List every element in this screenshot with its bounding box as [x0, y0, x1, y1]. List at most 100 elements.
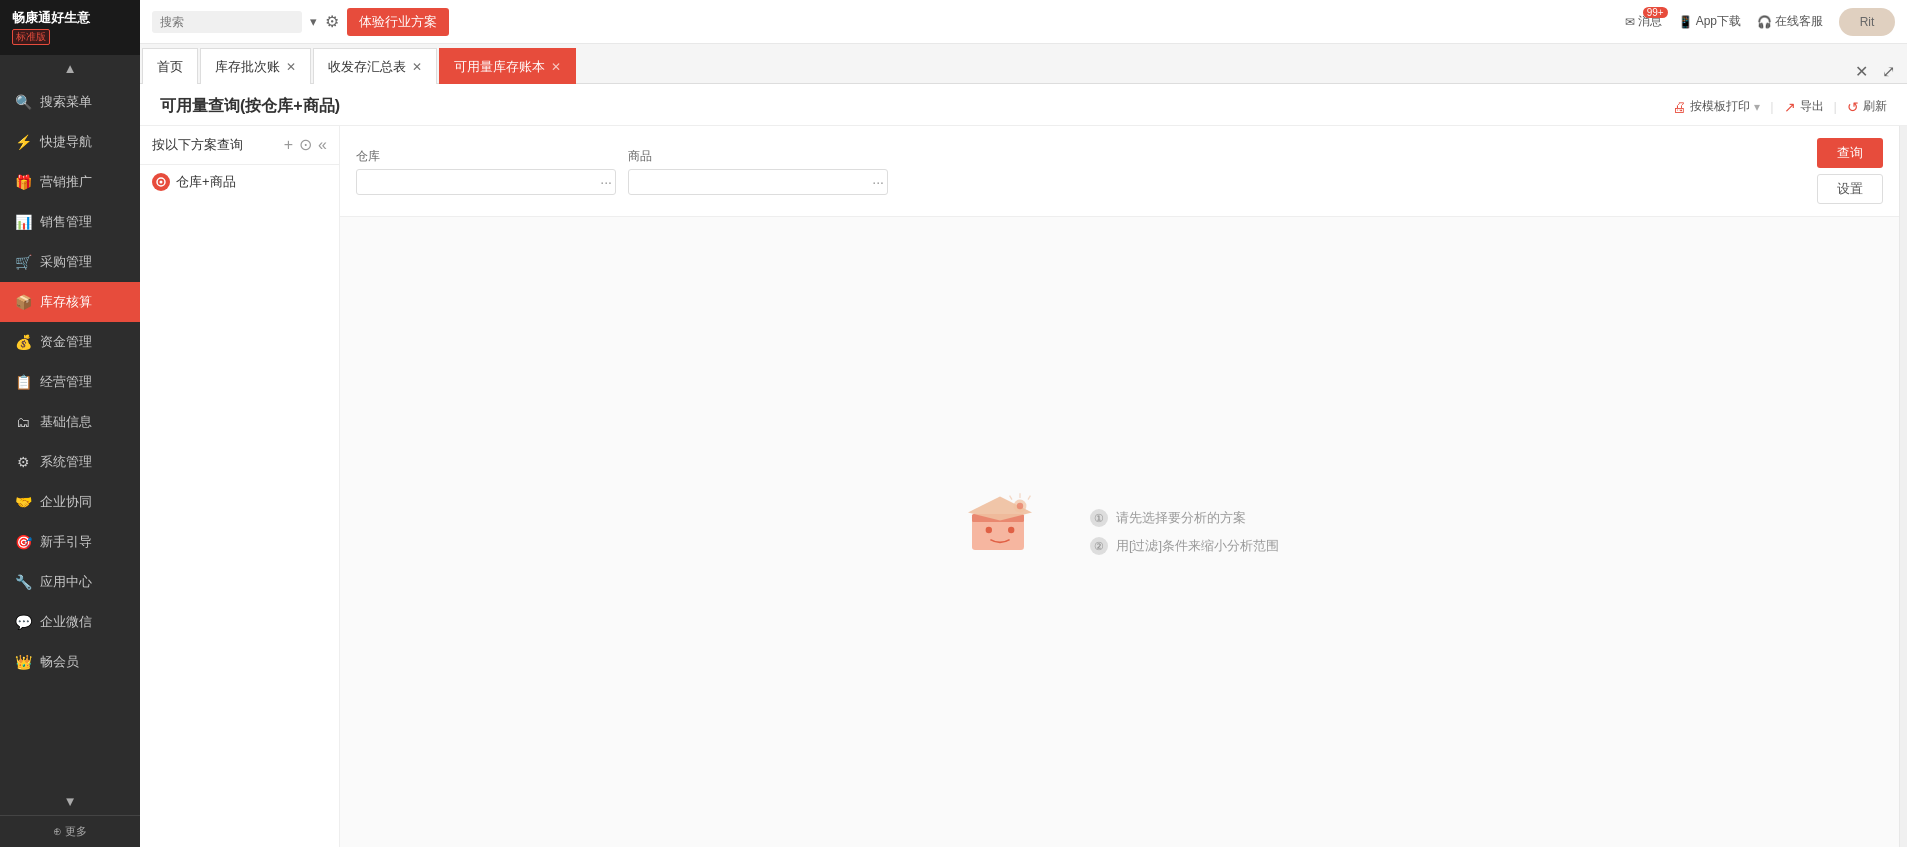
warehouse-dots-btn[interactable]: ···: [600, 174, 612, 190]
filter-add-btn[interactable]: +: [284, 137, 293, 153]
tab-inventory-batch[interactable]: 库存批次账 ✕: [200, 48, 311, 84]
refresh-btn[interactable]: ↺ 刷新: [1847, 98, 1887, 115]
query-settings-btn[interactable]: 设置: [1817, 174, 1883, 204]
topbar-msg-btn[interactable]: ✉ 消息 99+: [1625, 13, 1662, 30]
sidebar-item-label: 新手引导: [40, 533, 92, 551]
right-scrollbar[interactable]: [1899, 126, 1907, 847]
sidebar-item-库存核算[interactable]: 📦 库存核算: [0, 282, 140, 322]
sidebar-header: 畅康通好生意 标准版: [0, 0, 140, 55]
scheme-label: 仓库+商品: [176, 173, 236, 191]
close-icon[interactable]: ✕: [286, 61, 296, 73]
sidebar-item-系统管理[interactable]: ⚙系统管理: [0, 442, 140, 482]
topbar-service-btn[interactable]: 🎧 在线客服: [1757, 13, 1823, 30]
content-area: 按以下方案查询 + ⊙ « 仓库+商品: [140, 126, 1907, 847]
sidebar-scroll: 🔍 搜索菜单 ⚡ 快捷导航 🎁营销推广 📊 销售管理 🛒采购管理 📦 库存核算 💰资金管理📋经营管理…: [0, 82, 140, 788]
sidebar-item-icon: 🔧: [14, 573, 32, 591]
sidebar-item-label: 基础信息: [40, 413, 92, 431]
svg-point-8: [1017, 503, 1023, 509]
print-label: 按模板打印: [1690, 98, 1750, 115]
sidebar-item-快捷导航[interactable]: ⚡ 快捷导航: [0, 122, 140, 162]
print-dropdown-icon[interactable]: ▾: [1754, 100, 1760, 114]
sidebar-item-label: 快捷导航: [40, 133, 92, 151]
sidebar-item-新手引导[interactable]: 🎯 新手引导: [0, 522, 140, 562]
tab-label: 可用量库存账本: [454, 58, 545, 76]
product-input-wrapper: ···: [628, 169, 888, 195]
sidebar-item-label: 营销推广: [40, 173, 92, 191]
sidebar-item-采购管理[interactable]: 🛒采购管理: [0, 242, 140, 282]
query-area: 仓库 ··· 商品 ··· 查询 设置: [340, 126, 1899, 847]
export-btn[interactable]: ↗ 导出: [1784, 98, 1824, 115]
hint-num-2: ②: [1090, 537, 1108, 555]
close-tab-btn[interactable]: ✕: [1851, 60, 1872, 83]
sidebar-item-资金管理[interactable]: 💰资金管理: [0, 322, 140, 362]
print-icon: 🖨: [1672, 99, 1686, 115]
sidebar-item-搜索菜单[interactable]: 🔍 搜索菜单: [0, 82, 140, 122]
topbar-dropdown-btn[interactable]: ▾: [310, 14, 317, 29]
close-icon[interactable]: ✕: [412, 61, 422, 73]
sidebar-item-icon: ⚡: [14, 133, 32, 151]
empty-inner: ① 请先选择要分析的方案 ② 用[过滤]条件来缩小分析范围: [960, 482, 1279, 582]
sidebar-item-基础信息[interactable]: 🗂基础信息: [0, 402, 140, 442]
topbar-gear-btn[interactable]: ⚙: [325, 12, 339, 31]
svg-line-10: [1028, 496, 1030, 500]
sidebar-scroll-up[interactable]: ▲: [0, 55, 140, 82]
product-filter-field: 商品 ···: [628, 148, 888, 195]
svg-point-6: [1008, 527, 1014, 533]
sidebar-item-label: 库存核算: [40, 293, 92, 311]
product-dots-btn[interactable]: ···: [872, 174, 884, 190]
msg-badge: 99+: [1643, 7, 1668, 18]
print-btn[interactable]: 🖨 按模板打印 ▾: [1672, 98, 1760, 115]
tab-home[interactable]: 首页: [142, 48, 198, 84]
brand-tag: 标准版: [12, 29, 50, 45]
warehouse-input[interactable]: [356, 169, 616, 195]
product-input[interactable]: [628, 169, 888, 195]
sidebar-item-营销推广[interactable]: 🎁营销推广: [0, 162, 140, 202]
sidebar-item-label: 企业微信: [40, 613, 92, 631]
sidebar-item-icon: 📊: [14, 213, 32, 231]
scheme-icon: [152, 173, 170, 191]
sidebar-item-icon: 🔍: [14, 93, 32, 111]
sidebar-item-销售管理[interactable]: 📊 销售管理: [0, 202, 140, 242]
filter-scheme-item[interactable]: 仓库+商品: [140, 165, 339, 199]
sidebar-item-label: 销售管理: [40, 213, 92, 231]
sidebar-item-企业协同[interactable]: 🤝企业协同: [0, 482, 140, 522]
filter-panel: 按以下方案查询 + ⊙ « 仓库+商品: [140, 126, 340, 847]
sidebar-item-应用中心[interactable]: 🔧应用中心: [0, 562, 140, 602]
tab-stock-summary[interactable]: 收发存汇总表 ✕: [313, 48, 437, 84]
export-icon: ↗: [1784, 99, 1796, 115]
sidebar-item-icon: 🤝: [14, 493, 32, 511]
sidebar-item-经营管理[interactable]: 📋经营管理: [0, 362, 140, 402]
filter-settings-btn[interactable]: ⊙: [299, 137, 312, 153]
sidebar-item-icon: 💬: [14, 613, 32, 631]
main-area: ▾ ⚙ 体验行业方案 ✉ 消息 99+ 📱 App下载 🎧 在线客服 Rit 首…: [140, 0, 1907, 847]
sidebar-item-label: 搜索菜单: [40, 93, 92, 111]
topbar-industry-btn[interactable]: 体验行业方案: [347, 8, 449, 36]
refresh-icon: ↺: [1847, 99, 1859, 115]
sidebar-item-企业微信[interactable]: 💬 企业微信: [0, 602, 140, 642]
tabbar-controls: ✕ ⤢: [1843, 60, 1907, 83]
filter-collapse-btn[interactable]: «: [318, 137, 327, 153]
avatar[interactable]: Rit: [1839, 8, 1895, 36]
query-btn[interactable]: 查询: [1817, 138, 1883, 168]
hint-item-1: ① 请先选择要分析的方案: [1090, 509, 1279, 527]
sidebar-scroll-down[interactable]: ▼: [0, 788, 140, 815]
filter-header: 按以下方案查询 + ⊙ «: [140, 126, 339, 165]
query-filters: 仓库 ··· 商品 ··· 查询 设置: [340, 126, 1899, 217]
sidebar-item-畅会员[interactable]: 👑畅会员: [0, 642, 140, 682]
message-icon: ✉: [1625, 15, 1635, 29]
filter-scheme-list: 仓库+商品: [140, 165, 339, 199]
sidebar-item-icon: 👑: [14, 653, 32, 671]
topbar-search-input[interactable]: [152, 11, 302, 33]
page-header: 可用量查询(按仓库+商品) 🖨 按模板打印 ▾ | ↗ 导出 | ↺ 刷新: [140, 84, 1907, 126]
divider: |: [1834, 99, 1837, 114]
close-icon[interactable]: ✕: [551, 61, 561, 73]
sidebar-item-icon: 📦: [14, 293, 32, 311]
tab-available-stock[interactable]: 可用量库存账本 ✕: [439, 48, 576, 84]
sidebar-item-icon: 🎯: [14, 533, 32, 551]
sidebar-footer[interactable]: ⊕ 更多: [0, 815, 140, 847]
svg-line-9: [1009, 496, 1011, 500]
topbar-app-btn[interactable]: 📱 App下载: [1678, 13, 1741, 30]
divider: |: [1770, 99, 1773, 114]
expand-tab-btn[interactable]: ⤢: [1878, 60, 1899, 83]
sidebar-item-label: 经营管理: [40, 373, 92, 391]
